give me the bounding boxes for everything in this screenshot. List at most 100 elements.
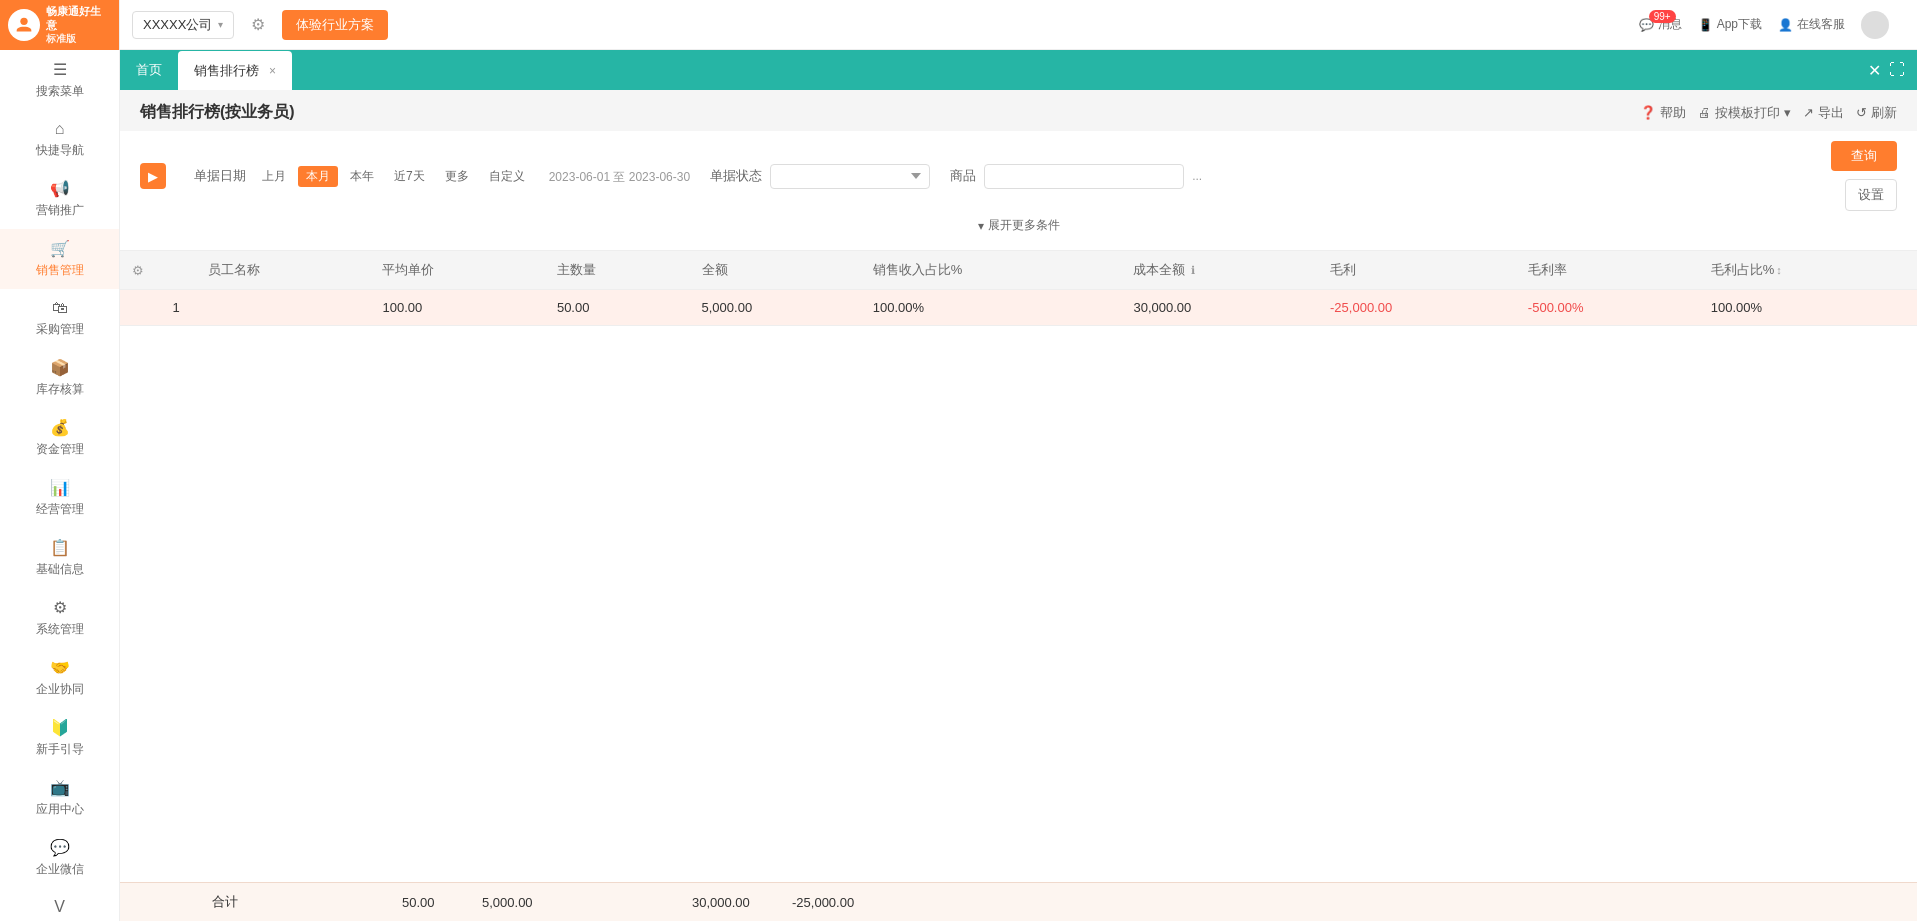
help-icon: ❓ bbox=[1640, 105, 1656, 120]
footer-cost: 30,000.00 bbox=[692, 895, 792, 910]
date-filter: 单据日期 上月 本月 本年 近7天 更多 自定义 2023-06-01 至 20… bbox=[194, 166, 690, 187]
sidebar-label-marketing: 营销推广 bbox=[36, 202, 84, 219]
sidebar-item-apps[interactable]: 📺 应用中心 bbox=[0, 768, 119, 828]
topbar-right: 💬 消息 99+ 📱 App下载 👤 在线客服 bbox=[1639, 11, 1905, 39]
sidebar-item-member[interactable]: V 畅会员 bbox=[0, 888, 119, 921]
date-tab-7days[interactable]: 近7天 bbox=[386, 166, 433, 187]
table-body: 1 100.00 50.00 5,000.00 100.00% 30,000.0… bbox=[120, 290, 1917, 326]
settings-button[interactable]: 设置 bbox=[1845, 179, 1897, 211]
apps-icon: 📺 bbox=[50, 778, 70, 797]
main-area: XXXXX公司 ▾ ⚙ 体验行业方案 💬 消息 99+ 📱 App下载 👤 在线… bbox=[120, 0, 1917, 921]
date-tab-custom[interactable]: 自定义 bbox=[481, 166, 533, 187]
sales-icon: 🛒 bbox=[50, 239, 70, 258]
sidebar-item-quicknav[interactable]: ⌂ 快捷导航 bbox=[0, 110, 119, 169]
tabbar-right: ✕ ⛶ bbox=[1868, 61, 1917, 80]
sidebar-item-operations[interactable]: 📊 经营管理 bbox=[0, 468, 119, 528]
member-icon: V bbox=[54, 898, 65, 916]
sidebar-item-search[interactable]: ☰ 搜索菜单 bbox=[0, 50, 119, 110]
goods-input[interactable] bbox=[984, 164, 1184, 189]
app-download-label: App下载 bbox=[1717, 16, 1762, 33]
grosspct-info-icon[interactable]: ↕ bbox=[1776, 264, 1782, 276]
company-name: XXXXX公司 bbox=[143, 16, 212, 34]
print-icon: 🖨 bbox=[1698, 105, 1711, 120]
sidebar-item-wechat[interactable]: 💬 企业微信 bbox=[0, 828, 119, 888]
cell-qty: 50.00 bbox=[545, 290, 690, 326]
sidebar-item-inventory[interactable]: 📦 库存核算 bbox=[0, 348, 119, 408]
query-button[interactable]: 查询 bbox=[1831, 141, 1897, 171]
status-select[interactable] bbox=[770, 164, 930, 189]
settings-icon[interactable]: ⚙ bbox=[244, 11, 272, 39]
data-table: ⚙ 员工名称 平均单价 主数量 全额 销售收入占比% 成本全额 ℹ 毛利 毛利率… bbox=[120, 251, 1917, 326]
sidebar-label-quicknav: 快捷导航 bbox=[36, 142, 84, 159]
refresh-label: 刷新 bbox=[1871, 104, 1897, 122]
status-filter-label: 单据状态 bbox=[710, 167, 762, 185]
cell-employee-name bbox=[196, 290, 370, 326]
guide-icon: 🔰 bbox=[50, 718, 70, 737]
expand-more-btn[interactable]: ▾ 展开更多条件 bbox=[978, 217, 1060, 234]
refresh-btn[interactable]: ↺ 刷新 bbox=[1856, 104, 1897, 122]
user-avatar[interactable] bbox=[1861, 11, 1889, 39]
export-icon: ↗ bbox=[1803, 105, 1814, 120]
goods-filter: 商品 ... bbox=[950, 164, 1202, 189]
sidebar-item-basicinfo[interactable]: 📋 基础信息 bbox=[0, 528, 119, 588]
col-avg-price: 平均单价 bbox=[370, 251, 544, 290]
template-print-label: 按模板打印 bbox=[1715, 104, 1780, 122]
date-tab-prev-month[interactable]: 上月 bbox=[254, 166, 294, 187]
expand-window-icon[interactable]: ⛶ bbox=[1889, 61, 1905, 79]
finance-icon: 💰 bbox=[50, 418, 70, 437]
marketing-icon: 📢 bbox=[50, 179, 70, 198]
sidebar: 畅康通好生意 标准版 ☰ 搜索菜单 ⌂ 快捷导航 📢 营销推广 🛒 销售管理 🛍… bbox=[0, 0, 120, 921]
sidebar-item-guide[interactable]: 🔰 新手引导 bbox=[0, 708, 119, 768]
close-window-icon[interactable]: ✕ bbox=[1868, 61, 1881, 80]
sidebar-item-purchase[interactable]: 🛍 采购管理 bbox=[0, 289, 119, 348]
app-version: 标准版 bbox=[46, 32, 111, 46]
sidebar-item-marketing[interactable]: 📢 营销推广 bbox=[0, 169, 119, 229]
message-badge: 99+ bbox=[1649, 10, 1676, 23]
app-download-btn[interactable]: 📱 App下载 bbox=[1698, 16, 1762, 33]
date-tab-more[interactable]: 更多 bbox=[437, 166, 477, 187]
sidebar-item-system[interactable]: ⚙ 系统管理 bbox=[0, 588, 119, 648]
col-employee-name: 员工名称 bbox=[196, 251, 370, 290]
cell-gross-profit: -25,000.00 bbox=[1318, 290, 1516, 326]
online-service-btn[interactable]: 👤 在线客服 bbox=[1778, 16, 1845, 33]
export-btn[interactable]: ↗ 导出 bbox=[1803, 104, 1844, 122]
help-label: 帮助 bbox=[1660, 104, 1686, 122]
date-tab-current-year[interactable]: 本年 bbox=[342, 166, 382, 187]
sidebar-item-sales[interactable]: 🛒 销售管理 bbox=[0, 229, 119, 289]
app-logo: 畅康通好生意 标准版 bbox=[0, 0, 119, 50]
message-btn[interactable]: 💬 消息 99+ bbox=[1639, 16, 1682, 33]
cell-rank: 1 bbox=[156, 290, 196, 326]
col-qty: 主数量 bbox=[545, 251, 690, 290]
content-area: 销售排行榜(按业务员) ❓ 帮助 🖨 按模板打印 ▾ ↗ 导出 ↺ 刷新 bbox=[120, 90, 1917, 921]
tab-close-icon[interactable]: × bbox=[269, 64, 276, 78]
expand-icon: ▾ bbox=[978, 219, 984, 233]
col-gross-pct: 毛利占比%↕ bbox=[1699, 251, 1917, 290]
col-amount: 全额 bbox=[690, 251, 861, 290]
footer-amount: 5,000.00 bbox=[482, 895, 582, 910]
help-btn[interactable]: ❓ 帮助 bbox=[1640, 104, 1686, 122]
tab-sales-ranking[interactable]: 销售排行榜 × bbox=[178, 51, 292, 91]
wechat-icon: 💬 bbox=[50, 838, 70, 857]
sidebar-label-basicinfo: 基础信息 bbox=[36, 561, 84, 578]
col-settings[interactable]: ⚙ bbox=[120, 251, 156, 290]
col-gross-profit: 毛利 bbox=[1318, 251, 1516, 290]
sidebar-label-guide: 新手引导 bbox=[36, 741, 84, 758]
template-print-btn[interactable]: 🖨 按模板打印 ▾ bbox=[1698, 104, 1791, 122]
sidebar-item-cooperation[interactable]: 🤝 企业协同 bbox=[0, 648, 119, 708]
goods-more-link[interactable]: ... bbox=[1192, 169, 1202, 183]
expand-label: 展开更多条件 bbox=[988, 217, 1060, 234]
cell-settings bbox=[120, 290, 156, 326]
tab-home[interactable]: 首页 bbox=[120, 50, 178, 90]
company-selector[interactable]: XXXXX公司 ▾ bbox=[132, 11, 234, 39]
footer-label: 合计 bbox=[212, 893, 312, 911]
date-tab-current-month[interactable]: 本月 bbox=[298, 166, 338, 187]
sidebar-item-finance[interactable]: 💰 资金管理 bbox=[0, 408, 119, 468]
trial-button[interactable]: 体验行业方案 bbox=[282, 10, 388, 40]
col-rank bbox=[156, 251, 196, 290]
page-actions: ❓ 帮助 🖨 按模板打印 ▾ ↗ 导出 ↺ 刷新 bbox=[1640, 104, 1897, 122]
sidebar-label-operations: 经营管理 bbox=[36, 501, 84, 518]
cell-cost: 30,000.00 bbox=[1121, 290, 1318, 326]
cost-info-icon[interactable]: ℹ bbox=[1191, 264, 1195, 276]
filter-collapse-btn[interactable]: ▶ bbox=[140, 163, 166, 189]
tabbar: 首页 销售排行榜 × ✕ ⛶ bbox=[120, 50, 1917, 90]
